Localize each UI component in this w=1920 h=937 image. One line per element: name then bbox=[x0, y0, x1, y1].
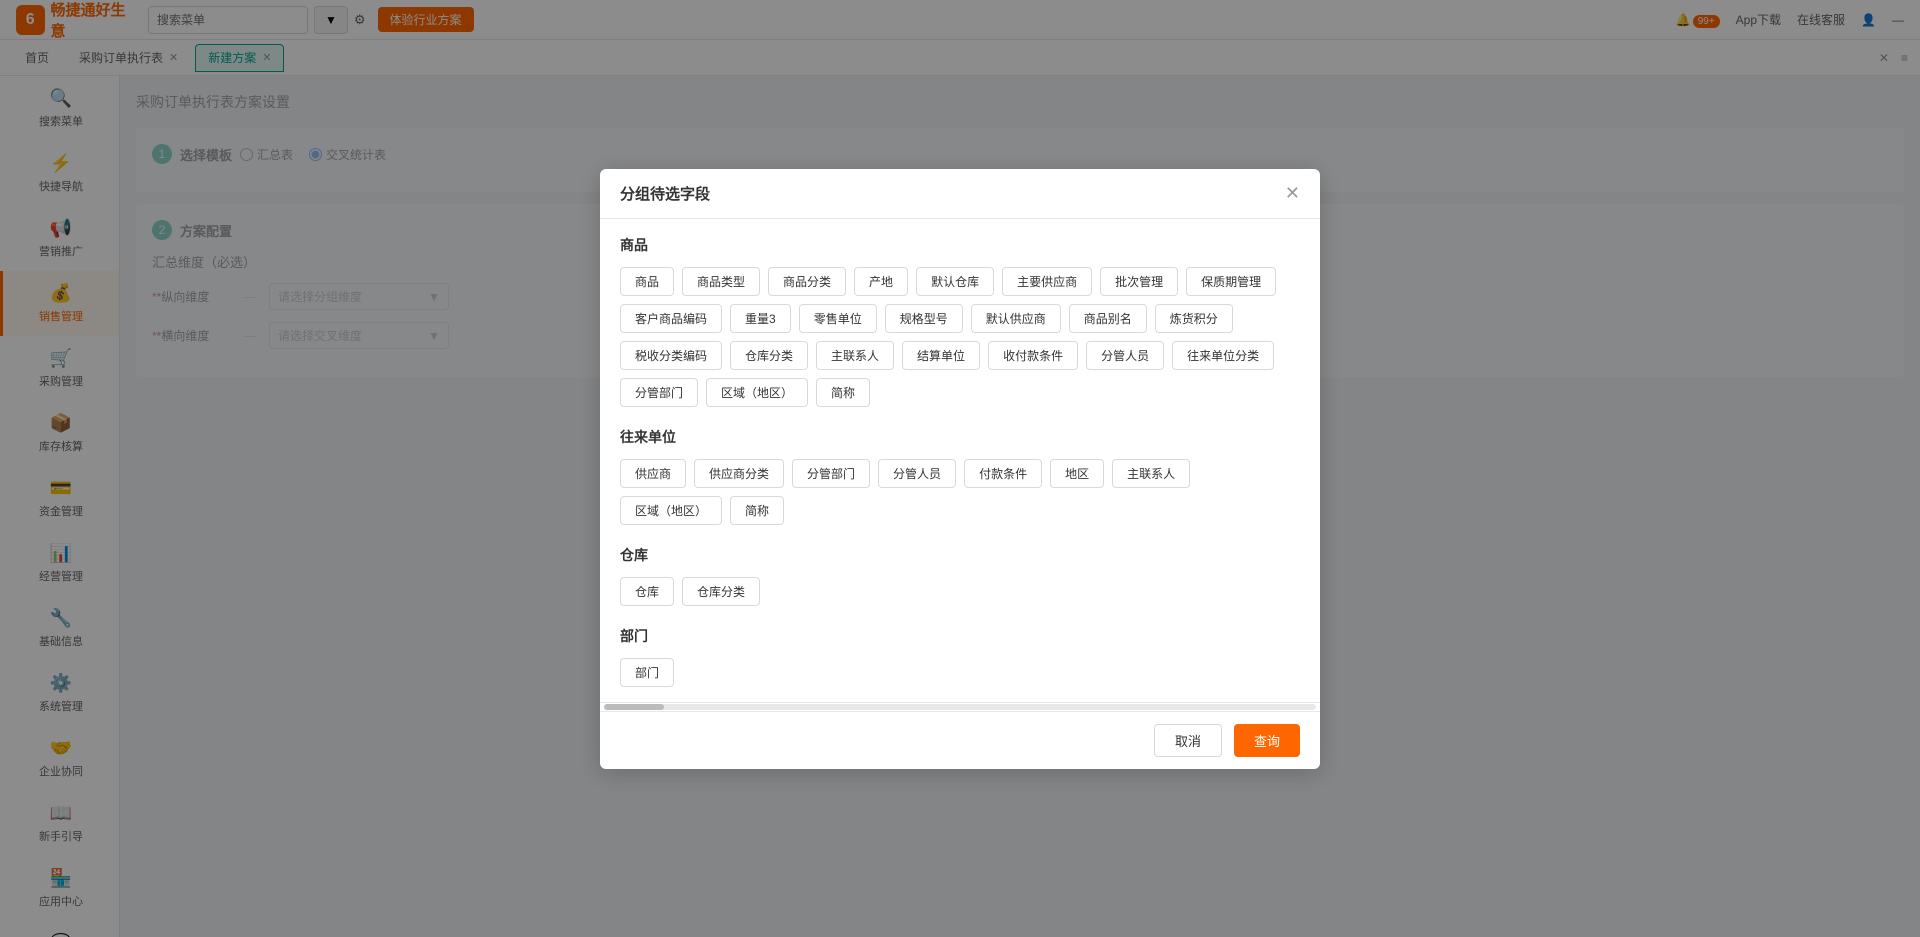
section-title-部门: 部门 bbox=[620, 626, 1300, 646]
field-tag[interactable]: 批次管理 bbox=[1100, 267, 1178, 296]
field-tag[interactable]: 分管人员 bbox=[878, 459, 956, 488]
field-tag[interactable]: 供应商 bbox=[620, 459, 686, 488]
modal-footer: 取消 查询 bbox=[600, 711, 1320, 769]
field-tag[interactable]: 默认仓库 bbox=[916, 267, 994, 296]
section-title-商品: 商品 bbox=[620, 235, 1300, 255]
modal-title: 分组待选字段 bbox=[620, 183, 710, 204]
field-tag[interactable]: 商品 bbox=[620, 267, 674, 296]
field-tag[interactable]: 付款条件 bbox=[964, 459, 1042, 488]
field-tag[interactable]: 产地 bbox=[854, 267, 908, 296]
field-tag[interactable]: 区域（地区） bbox=[620, 496, 722, 525]
field-tag[interactable]: 区域（地区） bbox=[706, 378, 808, 407]
field-tag[interactable]: 主联系人 bbox=[1112, 459, 1190, 488]
field-tag[interactable]: 仓库 bbox=[620, 577, 674, 606]
field-tag[interactable]: 往来单位分类 bbox=[1172, 341, 1274, 370]
field-tag[interactable]: 默认供应商 bbox=[971, 304, 1061, 333]
field-tag[interactable]: 简称 bbox=[816, 378, 870, 407]
field-tag[interactable]: 商品类型 bbox=[682, 267, 760, 296]
field-tag[interactable]: 炼货积分 bbox=[1155, 304, 1233, 333]
field-group-商品: 商品商品类型商品分类产地默认仓库主要供应商批次管理保质期管理客户商品编码重量3 零… bbox=[620, 267, 1300, 407]
field-tag[interactable]: 分管部门 bbox=[792, 459, 870, 488]
field-group-往来单位: 供应商供应商分类分管部门分管人员付款条件地区主联系人区域（地区） 简称 bbox=[620, 459, 1300, 525]
field-tag[interactable]: 保质期管理 bbox=[1186, 267, 1276, 296]
field-tag[interactable]: 主要供应商 bbox=[1002, 267, 1092, 296]
modal-horizontal-scrollbar[interactable] bbox=[600, 702, 1320, 710]
field-tag[interactable]: 商品分类 bbox=[768, 267, 846, 296]
field-tag[interactable]: 仓库分类 bbox=[730, 341, 808, 370]
field-tag[interactable]: 分管人员 bbox=[1086, 341, 1164, 370]
field-tag[interactable]: 税收分类编码 bbox=[620, 341, 722, 370]
field-tag[interactable]: 收付款条件 bbox=[988, 341, 1078, 370]
modal-overlay: 分组待选字段 ✕ 商品商品商品类型商品分类产地默认仓库主要供应商批次管理保质期管… bbox=[0, 0, 1920, 937]
field-tag[interactable]: 重量3 bbox=[730, 304, 791, 333]
field-tag[interactable]: 零售单位 bbox=[799, 304, 877, 333]
field-tag[interactable]: 主联系人 bbox=[816, 341, 894, 370]
field-tag[interactable]: 供应商分类 bbox=[694, 459, 784, 488]
field-tag[interactable]: 客户商品编码 bbox=[620, 304, 722, 333]
field-tag[interactable]: 分管部门 bbox=[620, 378, 698, 407]
field-tag[interactable]: 仓库分类 bbox=[682, 577, 760, 606]
modal-close-button[interactable]: ✕ bbox=[1285, 184, 1300, 202]
field-group-部门: 部门 bbox=[620, 658, 1300, 687]
field-tag[interactable]: 规格型号 bbox=[885, 304, 963, 333]
confirm-button[interactable]: 查询 bbox=[1234, 724, 1300, 757]
field-tag[interactable]: 结算单位 bbox=[902, 341, 980, 370]
field-tag[interactable]: 部门 bbox=[620, 658, 674, 687]
field-select-modal: 分组待选字段 ✕ 商品商品商品类型商品分类产地默认仓库主要供应商批次管理保质期管… bbox=[600, 169, 1320, 769]
modal-header: 分组待选字段 ✕ bbox=[600, 169, 1320, 219]
section-title-往来单位: 往来单位 bbox=[620, 427, 1300, 447]
field-tag[interactable]: 商品别名 bbox=[1069, 304, 1147, 333]
field-tag[interactable]: 简称 bbox=[730, 496, 784, 525]
field-tag[interactable]: 地区 bbox=[1050, 459, 1104, 488]
modal-body[interactable]: 商品商品商品类型商品分类产地默认仓库主要供应商批次管理保质期管理客户商品编码重量… bbox=[600, 219, 1320, 703]
section-title-仓库: 仓库 bbox=[620, 545, 1300, 565]
field-group-仓库: 仓库仓库分类 bbox=[620, 577, 1300, 606]
cancel-button[interactable]: 取消 bbox=[1154, 724, 1222, 757]
